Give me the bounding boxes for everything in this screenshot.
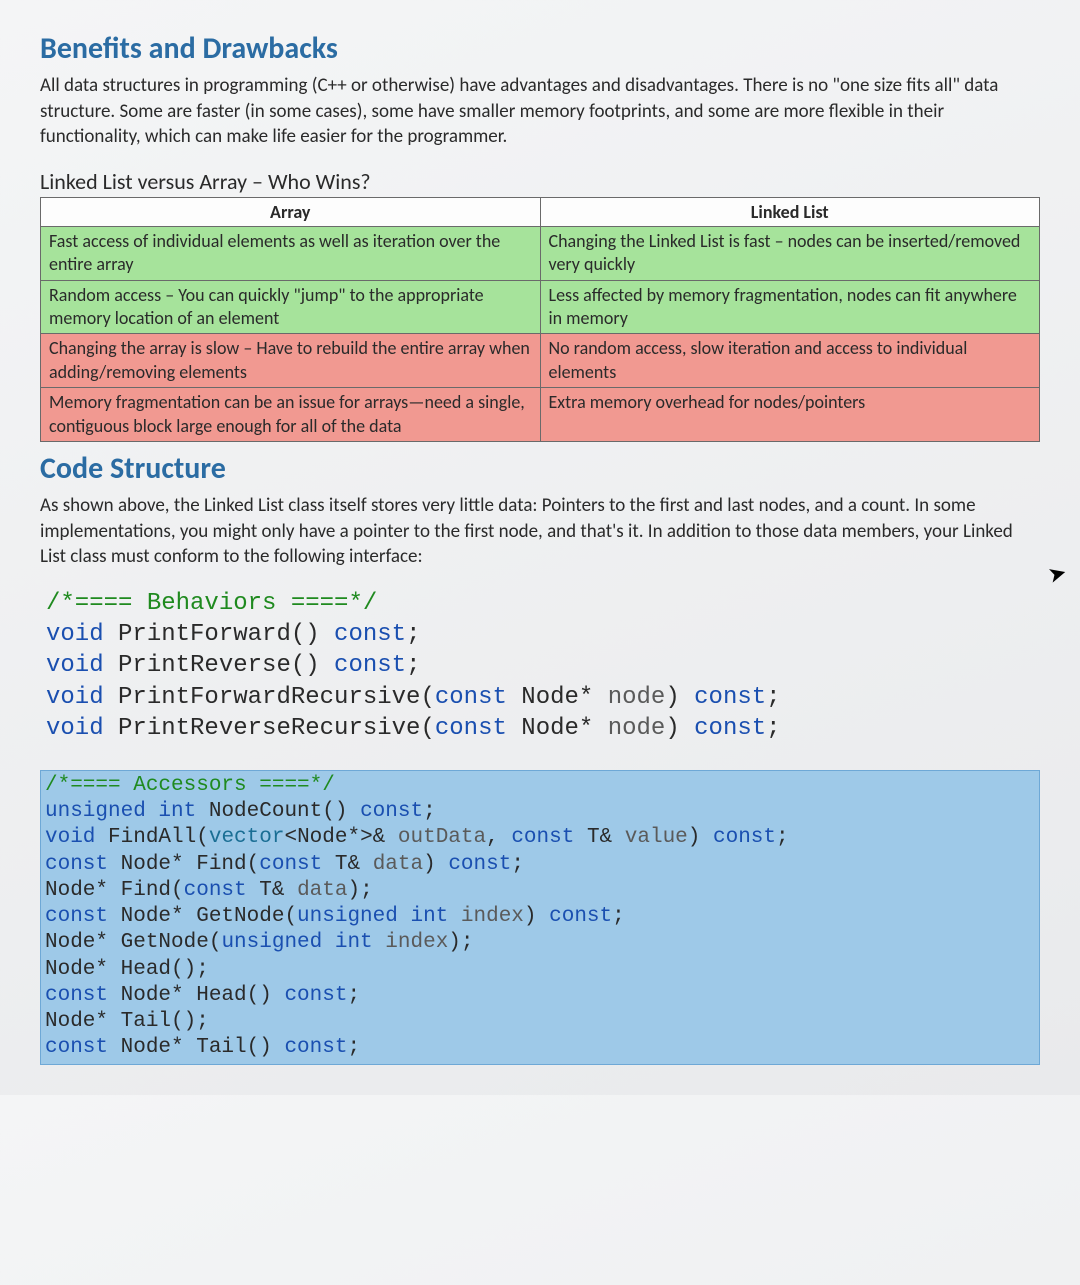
code-kw: unsigned int xyxy=(297,905,448,928)
code-kw: const xyxy=(549,905,612,928)
code-txt: Node* Head(); xyxy=(45,958,209,981)
code-txt: ); xyxy=(347,879,372,902)
code-kw: void xyxy=(46,652,104,679)
code-typ: vector xyxy=(209,826,285,849)
code-var: node xyxy=(608,715,666,742)
code-kw: const xyxy=(435,715,507,742)
code-txt: Node* Find( xyxy=(45,879,184,902)
table-cell: Memory fragmentation can be an issue for… xyxy=(41,388,541,442)
code-kw: const xyxy=(334,652,406,679)
code-txt: , xyxy=(486,826,511,849)
code-kw: const xyxy=(284,984,347,1007)
code-block-accessors: /*==== Accessors ====*/ unsigned int Nod… xyxy=(40,770,1040,1065)
intro-paragraph: All data structures in programming (C++ … xyxy=(40,73,1040,150)
code-txt: ) xyxy=(665,715,694,742)
code-kw: const xyxy=(284,1036,347,1059)
code-txt: Node* GetNode( xyxy=(108,905,297,928)
comparison-table: Array Linked List Fast access of individ… xyxy=(40,197,1040,442)
code-comment: /*==== Accessors ====*/ xyxy=(45,774,335,797)
code-txt: Node* Tail() xyxy=(108,1036,284,1059)
code-txt: ; xyxy=(406,621,420,648)
code-txt: ; xyxy=(766,684,780,711)
code-txt: T& xyxy=(322,853,372,876)
code-kw: const xyxy=(334,621,406,648)
code-comment: /*==== Behaviors ====*/ xyxy=(46,590,377,617)
code-kw: unsigned int xyxy=(45,800,196,823)
code-kw: void xyxy=(46,684,104,711)
code-txt: PrintForward() xyxy=(104,621,334,648)
table-cell: No random access, slow iteration and acc… xyxy=(540,334,1040,388)
code-txt: ; xyxy=(511,853,524,876)
table-cell: Changing the array is slow – Have to reb… xyxy=(41,334,541,388)
code-txt: PrintForwardRecursive( xyxy=(104,684,435,711)
code-block-behaviors: /*==== Behaviors ====*/ void PrintForwar… xyxy=(40,588,1040,744)
code-txt: Node* GetNode( xyxy=(45,931,221,954)
code-kw: const xyxy=(45,1036,108,1059)
code-kw: const xyxy=(511,826,574,849)
heading-code-structure: Code Structure xyxy=(40,450,1040,487)
code-kw: const xyxy=(694,684,766,711)
code-var: index xyxy=(461,905,524,928)
code-var: index xyxy=(385,931,448,954)
code-txt: ; xyxy=(406,652,420,679)
code-txt: T& xyxy=(247,879,297,902)
code-structure-paragraph: As shown above, the Linked List class it… xyxy=(40,493,1040,570)
code-kw: const xyxy=(259,853,322,876)
table-cell: Extra memory overhead for nodes/pointers xyxy=(540,388,1040,442)
cursor-icon: ➤ xyxy=(1044,558,1069,589)
code-kw: const xyxy=(45,853,108,876)
code-kw: const xyxy=(360,800,423,823)
code-txt: ) xyxy=(665,684,694,711)
code-kw: void xyxy=(46,621,104,648)
code-txt: ; xyxy=(612,905,625,928)
code-txt: T& xyxy=(574,826,624,849)
code-txt: ; xyxy=(347,984,360,1007)
code-kw: const xyxy=(184,879,247,902)
code-var: node xyxy=(608,684,666,711)
table-cell: Random access – You can quickly "jump" t… xyxy=(41,280,541,334)
code-txt: NodeCount() xyxy=(196,800,360,823)
code-var: outData xyxy=(398,826,486,849)
code-txt xyxy=(448,905,461,928)
code-var: data xyxy=(297,879,347,902)
code-txt: PrintReverse() xyxy=(104,652,334,679)
code-txt: ; xyxy=(423,800,436,823)
table-cell: Changing the Linked List is fast – nodes… xyxy=(540,226,1040,280)
code-txt: Node* xyxy=(507,715,608,742)
code-var: value xyxy=(625,826,688,849)
code-txt: ) xyxy=(423,853,448,876)
code-kw: const xyxy=(694,715,766,742)
code-kw: const xyxy=(713,826,776,849)
code-kw: void xyxy=(45,826,95,849)
code-kw: unsigned int xyxy=(221,931,372,954)
code-txt: ) xyxy=(524,905,549,928)
code-txt: Node* xyxy=(507,684,608,711)
code-txt: <Node*>& xyxy=(284,826,397,849)
code-txt: ; xyxy=(766,715,780,742)
code-txt: FindAll( xyxy=(95,826,208,849)
heading-benefits: Benefits and Drawbacks xyxy=(40,30,1040,67)
code-txt: PrintReverseRecursive( xyxy=(104,715,435,742)
code-txt: Node* Find( xyxy=(108,853,259,876)
code-txt: ; xyxy=(776,826,789,849)
code-kw: const xyxy=(435,684,507,711)
table-cell: Less affected by memory fragmentation, n… xyxy=(540,280,1040,334)
code-txt: ); xyxy=(448,931,473,954)
col-header-array: Array xyxy=(41,197,541,226)
code-txt: Node* Tail(); xyxy=(45,1010,209,1033)
code-kw: void xyxy=(46,715,104,742)
code-kw: const xyxy=(448,853,511,876)
table-cell: Fast access of individual elements as we… xyxy=(41,226,541,280)
code-txt: ) xyxy=(688,826,713,849)
code-kw: const xyxy=(45,905,108,928)
subheading-versus: Linked List versus Array – Who Wins? xyxy=(40,168,1040,195)
code-txt: Node* Head() xyxy=(108,984,284,1007)
code-kw: const xyxy=(45,984,108,1007)
code-txt: ; xyxy=(347,1036,360,1059)
col-header-linkedlist: Linked List xyxy=(540,197,1040,226)
code-txt xyxy=(373,931,386,954)
code-var: data xyxy=(373,853,423,876)
